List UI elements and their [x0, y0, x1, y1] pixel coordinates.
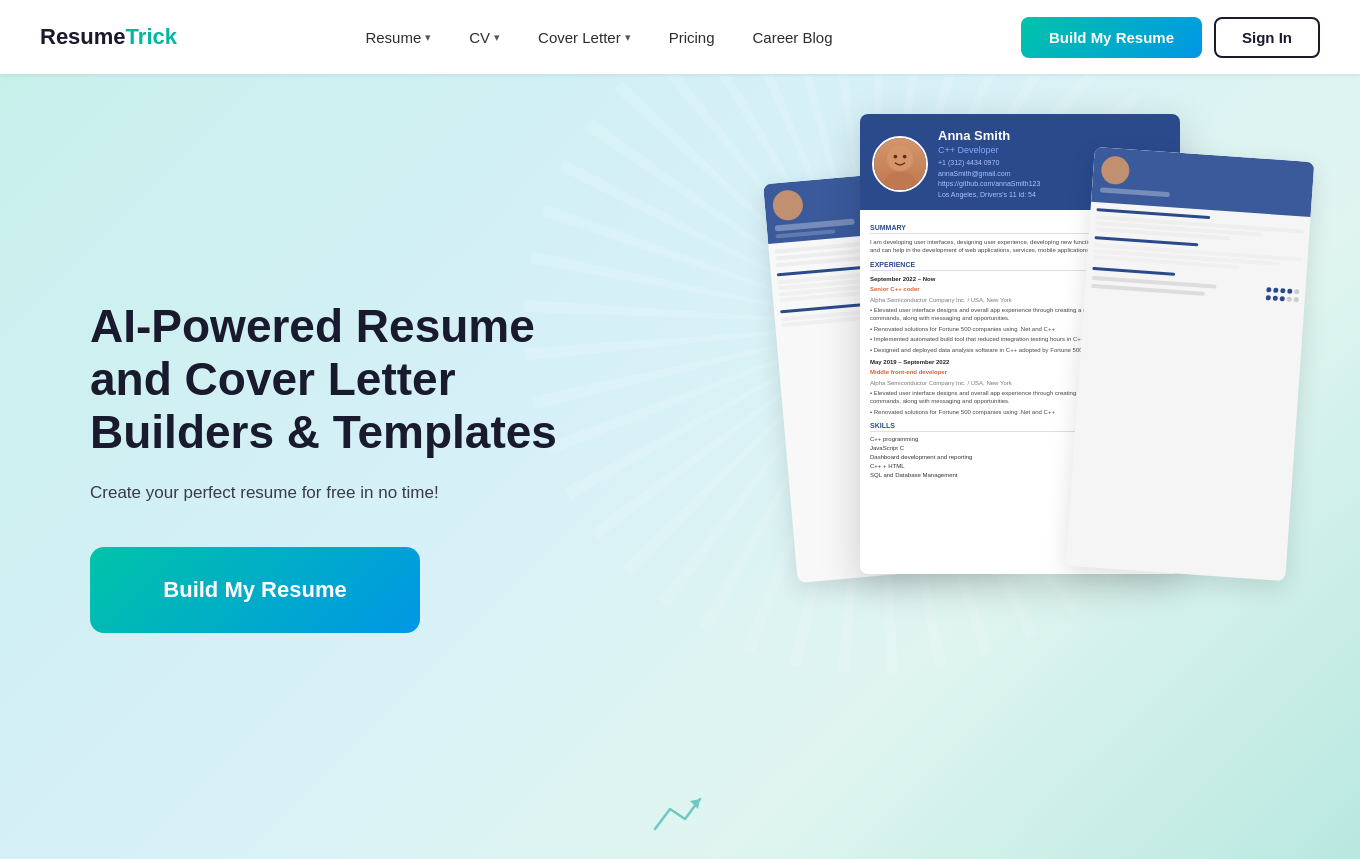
hero-title: AI-Powered Resume and Cover Letter Build… [90, 300, 560, 459]
avatar [872, 136, 928, 192]
svg-point-3 [903, 155, 907, 159]
avatar-face [874, 138, 926, 190]
nav-cv[interactable]: CV ▾ [455, 21, 514, 54]
chevron-down-icon: ▾ [625, 31, 631, 44]
nav-career-blog[interactable]: Career Blog [739, 21, 847, 54]
nav-pricing[interactable]: Pricing [655, 21, 729, 54]
logo-resume-text: Resume [40, 24, 126, 50]
hero-subtitle: Create your perfect resume for free in n… [90, 483, 560, 503]
svg-point-1 [883, 171, 916, 192]
bottom-decorative-icon [650, 789, 710, 839]
resume-card-back-right [1066, 147, 1315, 581]
nav-right: Build My Resume Sign In [1021, 17, 1320, 58]
nav-career-blog-label: Career Blog [753, 29, 833, 46]
navbar: ResumeTrick Resume ▾ CV ▾ Cover Letter ▾… [0, 0, 1360, 74]
logo[interactable]: ResumeTrick [40, 24, 177, 50]
skill-name: C++ + HTML [870, 463, 905, 469]
nav-cv-label: CV [469, 29, 490, 46]
svg-point-2 [894, 155, 898, 159]
svg-point-0 [887, 145, 913, 171]
skill-name: Dashboard development and reporting [870, 454, 972, 460]
logo-trick-text: Trick [126, 24, 177, 50]
nav-resume-label: Resume [365, 29, 421, 46]
nav-cover-letter[interactable]: Cover Letter ▾ [524, 21, 645, 54]
nav-cover-letter-label: Cover Letter [538, 29, 621, 46]
navbar-build-button[interactable]: Build My Resume [1021, 17, 1202, 58]
skill-name: C++ programming [870, 436, 918, 442]
nav-links: Resume ▾ CV ▾ Cover Letter ▾ Pricing Car… [351, 21, 846, 54]
chevron-down-icon: ▾ [494, 31, 500, 44]
skill-name: JavaScript C [870, 445, 904, 451]
chevron-down-icon: ▾ [425, 31, 431, 44]
navbar-signin-button[interactable]: Sign In [1214, 17, 1320, 58]
resume-preview-group: Anna Smith C++ Developer +1 (312) 4434 0… [780, 114, 1360, 794]
skill-name: SQL and Database Management [870, 472, 958, 478]
hero-section: AI-Powered Resume and Cover Letter Build… [0, 74, 1360, 859]
hero-content: AI-Powered Resume and Cover Letter Build… [0, 300, 560, 633]
resume-person-name: Anna Smith [938, 128, 1168, 143]
hero-cta-button[interactable]: Build My Resume [90, 547, 420, 633]
nav-resume[interactable]: Resume ▾ [351, 21, 445, 54]
nav-pricing-label: Pricing [669, 29, 715, 46]
